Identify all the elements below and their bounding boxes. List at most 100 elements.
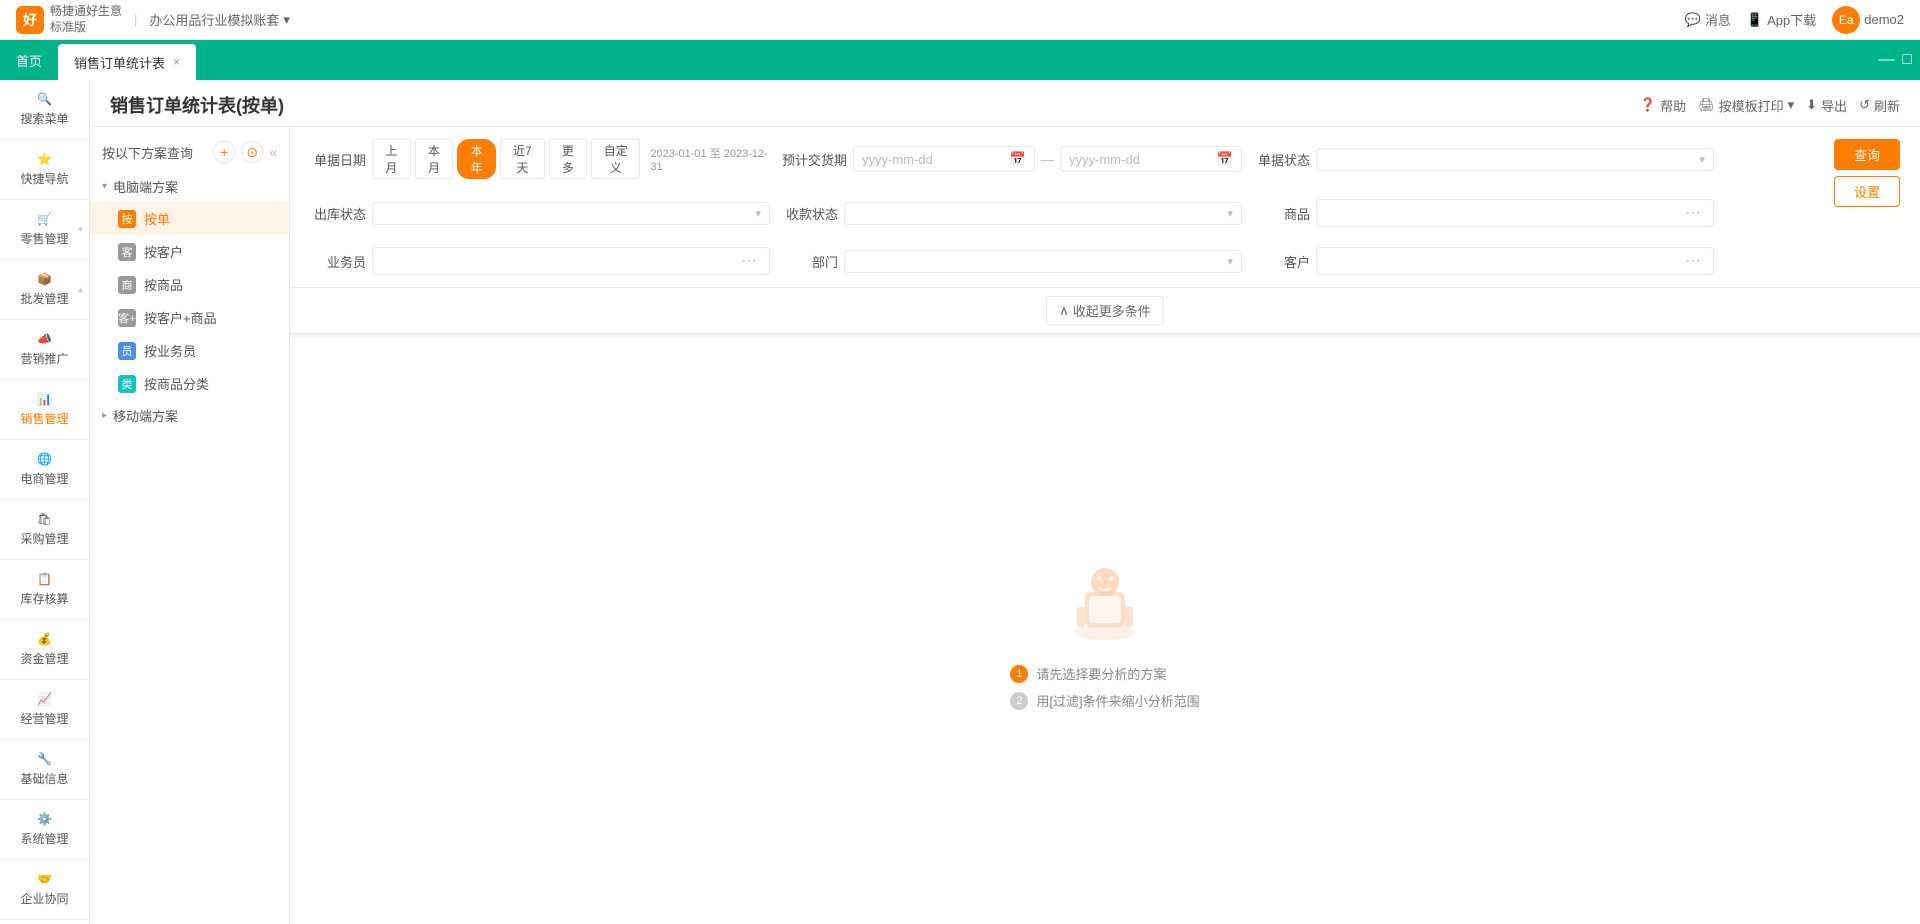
status-select[interactable]: ▾ (1316, 148, 1714, 171)
settings-button[interactable]: 设置 (1834, 176, 1900, 207)
dq-this-year[interactable]: 本年 (457, 139, 496, 179)
scheme-item-label-0: 按单 (144, 209, 170, 228)
wholesale-icon: 📦 (37, 272, 52, 286)
dq-this-month[interactable]: 本月 (415, 139, 454, 179)
search-icon: 🔍 (37, 92, 52, 106)
filter-row-2: 出库状态 ▾ 收款状态 (310, 199, 1814, 227)
refresh-label: 刷新 (1874, 96, 1900, 115)
staff-more-button[interactable]: ··· (737, 252, 761, 270)
messages-label: 消息 (1705, 10, 1731, 29)
outbound-select[interactable]: ▾ (372, 202, 770, 225)
goods-more-button[interactable]: ··· (1681, 204, 1705, 222)
scheme-edit-button[interactable]: ⊙ (241, 141, 263, 163)
sidebar-inventory-label: 库存核算 (20, 590, 68, 607)
top-bar: 好 畅捷通好生意 标准版 | 办公用品行业模拟账套 ▾ 💬 消息 📱 App下载… (0, 0, 1920, 40)
dq-custom[interactable]: 自定义 (591, 139, 640, 179)
sidebar-item-marketing[interactable]: 📣 营销推广 (0, 320, 89, 380)
ecom-icon: 🌐 (37, 452, 52, 466)
customer-more-button[interactable]: ··· (1681, 252, 1705, 270)
minimize-button[interactable]: — (1878, 51, 1894, 69)
right-content: 单据日期 上月 本月 本年 近7天 更多 自定义 (290, 127, 1920, 924)
scheme-panel-header: 按以下方案查询 + ⊙ « (90, 137, 289, 171)
sidebar-item-newcomer[interactable]: 🚀 新手引导 (0, 920, 89, 924)
sidebar-item-basic[interactable]: 🔧 基础信息 (0, 740, 89, 800)
sidebar-item-finance[interactable]: 💰 资金管理 (0, 620, 89, 680)
nav-dropdown-icon: ▾ (283, 12, 290, 28)
scheme-item-3[interactable]: 客+ 按客户+商品 (90, 301, 289, 334)
nav-dropdown[interactable]: 办公用品行业模拟账套 ▾ (149, 10, 290, 29)
sidebar-item-search[interactable]: 🔍 搜索菜单 (0, 80, 89, 140)
empty-tip-2: 2 用[过滤]条件来缩小分析范围 (1010, 691, 1199, 710)
query-button[interactable]: 查询 (1834, 139, 1900, 170)
sidebar-item-operations[interactable]: 📈 经营管理 (0, 680, 89, 740)
wholesale-arrow-icon: ▴ (78, 284, 83, 295)
filter-expected-date-label: 预计交货期 (782, 150, 847, 169)
filter-item-outbound: 出库状态 ▾ (310, 202, 770, 225)
print-button[interactable]: 🖨 按模板打印 ▾ (1698, 96, 1794, 115)
sidebar: 🔍 搜索菜单 ⭐ 快捷导航 🛒 零售管理 ▾ 📦 批发管理 ▴ 📣 营销推广 📊… (0, 80, 90, 924)
sidebar-item-retail[interactable]: 🛒 零售管理 ▾ (0, 200, 89, 260)
sidebar-item-ecom[interactable]: 🌐 电商管理 (0, 440, 89, 500)
dq-last-month[interactable]: 上月 (372, 139, 411, 179)
sidebar-item-purchase[interactable]: 🛍 采购管理 (0, 500, 89, 560)
export-button[interactable]: ⬇ 导出 (1806, 96, 1847, 115)
collapse-button[interactable]: ∧ 收起更多条件 (1046, 296, 1164, 325)
tab-bar: 首页 销售订单统计表 × — □ (0, 40, 1920, 80)
scheme-item-4[interactable]: 员 按业务员 (90, 334, 289, 367)
scheme-group-header-mobile[interactable]: ▸ 移动端方案 (90, 400, 289, 431)
pc-group-label: 电脑端方案 (113, 177, 178, 196)
dq-7days[interactable]: 近7天 (500, 139, 544, 179)
sidebar-ecom-label: 电商管理 (20, 470, 68, 487)
collapse-label: 收起更多条件 (1073, 301, 1151, 320)
sidebar-item-sales[interactable]: 📊 销售管理 (0, 380, 89, 440)
scheme-item-2[interactable]: 商 按商品 (90, 268, 289, 301)
filter-item-customer: 客户 ··· (1254, 247, 1714, 275)
scheme-panel: 按以下方案查询 + ⊙ « ▾ (90, 127, 290, 924)
tab-home[interactable]: 首页 (0, 40, 58, 80)
tab-close-button[interactable]: × (173, 55, 180, 69)
expected-date-start-input[interactable] (862, 152, 1006, 167)
date-quick-buttons: 上月 本月 本年 近7天 更多 自定义 (372, 139, 640, 179)
scheme-add-button[interactable]: + (213, 141, 235, 163)
refresh-button[interactable]: ↺ 刷新 (1859, 96, 1900, 115)
marketing-icon: 📣 (37, 332, 52, 346)
sidebar-item-quick-nav[interactable]: ⭐ 快捷导航 (0, 140, 89, 200)
avatar: Ea (1832, 6, 1860, 34)
maximize-button[interactable]: □ (1902, 51, 1912, 69)
payment-chevron-icon: ▾ (1227, 207, 1233, 220)
sidebar-search-label: 搜索菜单 (20, 110, 68, 127)
scheme-group-header-pc[interactable]: ▾ 电脑端方案 (90, 171, 289, 202)
sidebar-item-enterprise[interactable]: 🤝 企业协同 (0, 860, 89, 920)
sidebar-item-wholesale[interactable]: 📦 批发管理 ▴ (0, 260, 89, 320)
scheme-panel-title: 按以下方案查询 (102, 143, 193, 162)
dq-more[interactable]: 更多 (549, 139, 588, 179)
help-button[interactable]: ❓ 帮助 (1640, 96, 1686, 115)
sidebar-item-system[interactable]: ⚙️ 系统管理 (0, 800, 89, 860)
quick-nav-icon: ⭐ (37, 152, 52, 166)
scheme-item-icon-1: 客 (118, 243, 136, 261)
scheme-item-icon-4: 员 (118, 342, 136, 360)
app-download-label: App下载 (1767, 10, 1816, 29)
expected-date-end-input[interactable] (1069, 152, 1213, 167)
inventory-icon: 📋 (37, 572, 52, 586)
filter-dept-label: 部门 (782, 252, 838, 271)
sidebar-item-inventory[interactable]: 📋 库存核算 (0, 560, 89, 620)
messages-button[interactable]: 💬 消息 (1685, 10, 1731, 29)
cal-end-icon[interactable]: 📅 (1217, 151, 1233, 167)
outbound-chevron-icon: ▾ (755, 207, 761, 220)
scheme-item-label-3: 按客户+商品 (144, 308, 217, 327)
tab-active[interactable]: 销售订单统计表 × (58, 44, 196, 80)
payment-select[interactable]: ▾ (844, 202, 1242, 225)
dept-select[interactable]: ▾ (844, 250, 1242, 273)
sidebar-enterprise-label: 企业协同 (20, 890, 68, 907)
scheme-item-5[interactable]: 类 按商品分类 (90, 367, 289, 400)
print-chevron-icon: ▾ (1788, 97, 1795, 113)
user-area[interactable]: Ea demo2 (1832, 6, 1904, 34)
empty-tips: 1 请先选择要分析的方案 2 用[过滤]条件来缩小分析范围 (1010, 664, 1199, 710)
scheme-collapse-button[interactable]: « (269, 144, 277, 160)
scheme-item-1[interactable]: 客 按客户 (90, 235, 289, 268)
mobile-group-label: 移动端方案 (113, 406, 178, 425)
cal-start-icon[interactable]: 📅 (1010, 151, 1026, 167)
app-download-button[interactable]: 📱 App下载 (1747, 10, 1816, 29)
scheme-item-0[interactable]: 按 按单 (90, 202, 289, 235)
